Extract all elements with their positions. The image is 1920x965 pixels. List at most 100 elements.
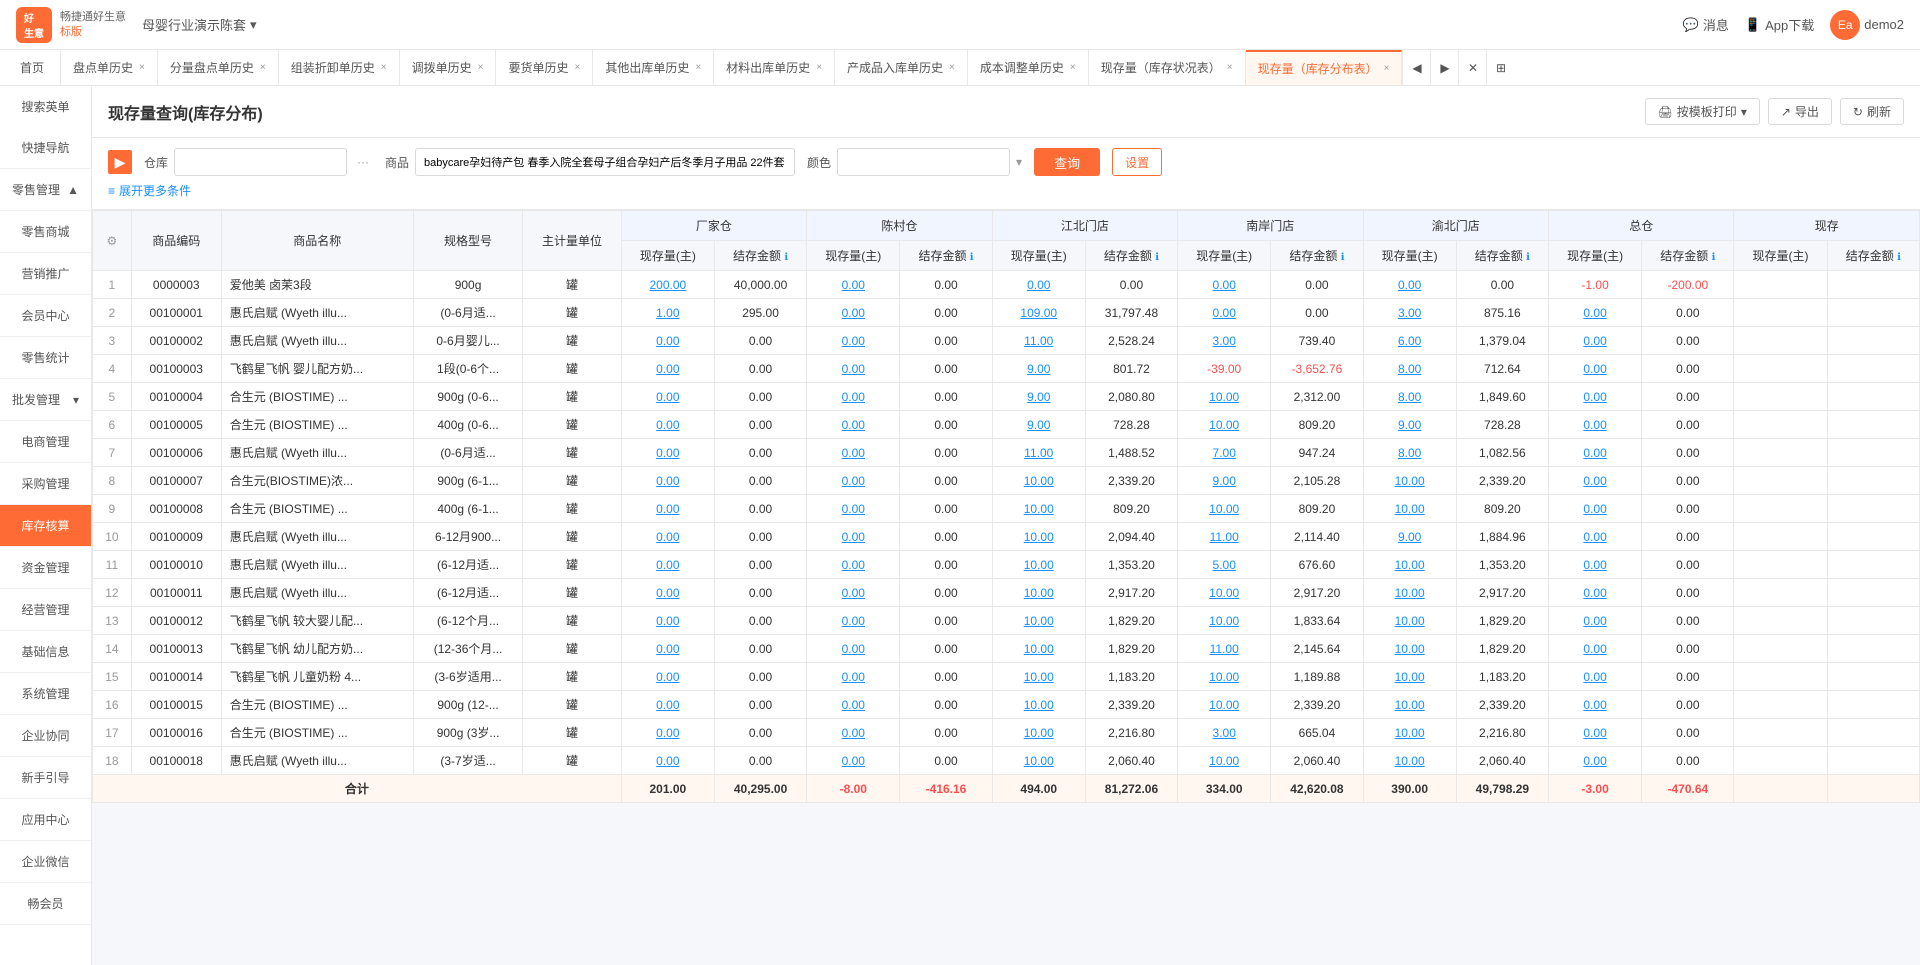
na-stock[interactable]: 11.00 (1178, 523, 1271, 551)
tab-requisition[interactable]: 要货单历史× (496, 50, 593, 86)
jb-stock[interactable]: 10.00 (992, 719, 1085, 747)
message-button[interactable]: 💬 消息 (1683, 15, 1729, 34)
jb-stock[interactable]: 11.00 (992, 327, 1085, 355)
sidebar-item-finance[interactable]: 资金管理 (0, 547, 91, 589)
total-stock[interactable]: 0.00 (1548, 663, 1641, 691)
col-settings-icon[interactable]: ⚙ (93, 211, 132, 271)
na-stock[interactable]: 0.00 (1178, 271, 1271, 299)
tab-close-button[interactable]: ✕ (1458, 50, 1486, 86)
chen-stock[interactable]: 0.00 (807, 607, 900, 635)
na-stock[interactable]: 10.00 (1178, 663, 1271, 691)
warehouse-input[interactable] (174, 148, 347, 176)
total-stock[interactable]: 0.00 (1548, 607, 1641, 635)
total-stock[interactable]: 0.00 (1548, 635, 1641, 663)
yb-stock[interactable]: 10.00 (1363, 691, 1456, 719)
close-icon[interactable]: × (574, 62, 580, 73)
na-stock[interactable]: -39.00 (1178, 355, 1271, 383)
refresh-button[interactable]: ↻ 刷新 (1840, 98, 1904, 125)
expand-conditions-button[interactable]: ≡ 展开更多条件 (108, 182, 1904, 199)
total-stock[interactable]: 0.00 (1548, 355, 1641, 383)
chen-stock[interactable]: 0.00 (807, 635, 900, 663)
jb-stock[interactable]: 10.00 (992, 607, 1085, 635)
na-stock[interactable]: 3.00 (1178, 327, 1271, 355)
jb-stock[interactable]: 10.00 (992, 467, 1085, 495)
jb-stock[interactable]: 10.00 (992, 579, 1085, 607)
jb-stock[interactable]: 109.00 (992, 299, 1085, 327)
sidebar-item-search[interactable]: 搜索英单 (0, 86, 91, 127)
factory-stock[interactable]: 0.00 (621, 635, 714, 663)
total-stock[interactable]: 0.00 (1548, 495, 1641, 523)
na-stock[interactable]: 11.00 (1178, 635, 1271, 663)
factory-stock[interactable]: 0.00 (621, 747, 714, 775)
factory-stock[interactable]: 0.00 (621, 579, 714, 607)
yb-stock[interactable]: 10.00 (1363, 607, 1456, 635)
close-icon[interactable]: × (1070, 62, 1076, 73)
factory-stock[interactable]: 0.00 (621, 663, 714, 691)
sidebar-item-retail-store[interactable]: 零售商城 (0, 211, 91, 253)
yb-stock[interactable]: 10.00 (1363, 635, 1456, 663)
total-stock[interactable]: 0.00 (1548, 383, 1641, 411)
yb-stock[interactable]: 9.00 (1363, 523, 1456, 551)
factory-stock[interactable]: 0.00 (621, 691, 714, 719)
close-icon[interactable]: × (260, 62, 266, 73)
sidebar-item-system[interactable]: 系统管理 (0, 673, 91, 715)
sidebar-item-basic[interactable]: 基础信息 (0, 631, 91, 673)
factory-stock[interactable]: 0.00 (621, 551, 714, 579)
na-stock[interactable]: 3.00 (1178, 719, 1271, 747)
yb-stock[interactable]: 9.00 (1363, 411, 1456, 439)
na-stock[interactable]: 10.00 (1178, 411, 1271, 439)
factory-stock[interactable]: 0.00 (621, 383, 714, 411)
na-stock[interactable]: 9.00 (1178, 467, 1271, 495)
factory-stock[interactable]: 0.00 (621, 467, 714, 495)
na-stock[interactable]: 10.00 (1178, 383, 1271, 411)
close-icon[interactable]: × (1384, 63, 1390, 74)
user-menu[interactable]: Ea demo2 (1830, 10, 1904, 40)
sidebar-item-guide[interactable]: 新手引导 (0, 757, 91, 799)
jb-stock[interactable]: 10.00 (992, 635, 1085, 663)
na-stock[interactable]: 10.00 (1178, 495, 1271, 523)
chen-stock[interactable]: 0.00 (807, 439, 900, 467)
na-stock[interactable]: 5.00 (1178, 551, 1271, 579)
factory-stock[interactable]: 200.00 (621, 271, 714, 299)
jb-stock[interactable]: 10.00 (992, 691, 1085, 719)
jb-stock[interactable]: 11.00 (992, 439, 1085, 467)
tab-combo-disassemble[interactable]: 组装折卸单历史× (279, 50, 400, 86)
chen-stock[interactable]: 0.00 (807, 327, 900, 355)
sidebar-item-enterprise[interactable]: 企业协同 (0, 715, 91, 757)
yb-stock[interactable]: 8.00 (1363, 355, 1456, 383)
total-stock[interactable]: 0.00 (1548, 523, 1641, 551)
total-stock[interactable]: 0.00 (1548, 691, 1641, 719)
tab-next-button[interactable]: ▶ (1430, 50, 1458, 86)
jb-stock[interactable]: 10.00 (992, 663, 1085, 691)
yb-stock[interactable]: 0.00 (1363, 271, 1456, 299)
sidebar-item-purchase[interactable]: 采购管理 (0, 463, 91, 505)
tab-dept-inventory[interactable]: 分量盘点单历史× (158, 50, 279, 86)
tab-inventory-single[interactable]: 盘点单历史× (61, 50, 158, 86)
chen-stock[interactable]: 0.00 (807, 523, 900, 551)
tab-expand-button[interactable]: ⊞ (1486, 50, 1514, 86)
yb-stock[interactable]: 8.00 (1363, 439, 1456, 467)
product-input[interactable] (415, 148, 795, 176)
sidebar-item-operation[interactable]: 经营管理 (0, 589, 91, 631)
export-button[interactable]: ↗ 导出 (1768, 98, 1832, 125)
tab-finished-inbound[interactable]: 产成品入库单历史× (835, 50, 968, 86)
tab-material-outbound[interactable]: 材料出库单历史× (714, 50, 835, 86)
close-icon[interactable]: × (1227, 62, 1233, 73)
query-button[interactable]: 查询 (1034, 148, 1100, 176)
na-stock[interactable]: 10.00 (1178, 607, 1271, 635)
jb-stock[interactable]: 9.00 (992, 355, 1085, 383)
total-stock[interactable]: 0.00 (1548, 467, 1641, 495)
sidebar-item-retail-stats[interactable]: 零售统计 (0, 337, 91, 379)
total-stock[interactable]: 0.00 (1548, 411, 1641, 439)
sidebar-item-ecommerce[interactable]: 电商管理 (0, 421, 91, 463)
color-input[interactable] (837, 148, 1010, 176)
jb-stock[interactable]: 10.00 (992, 523, 1085, 551)
print-button[interactable]: 🖨 按模板打印 ▾ (1645, 98, 1760, 125)
sidebar-item-inventory[interactable]: 库存核算 (0, 505, 91, 547)
chen-stock[interactable]: 0.00 (807, 579, 900, 607)
chen-stock[interactable]: 0.00 (807, 551, 900, 579)
sidebar-item-quick-nav[interactable]: 快捷导航 (0, 127, 91, 169)
chen-stock[interactable]: 0.00 (807, 411, 900, 439)
na-stock[interactable]: 10.00 (1178, 691, 1271, 719)
app-download-button[interactable]: 📱 App下载 (1745, 15, 1814, 34)
